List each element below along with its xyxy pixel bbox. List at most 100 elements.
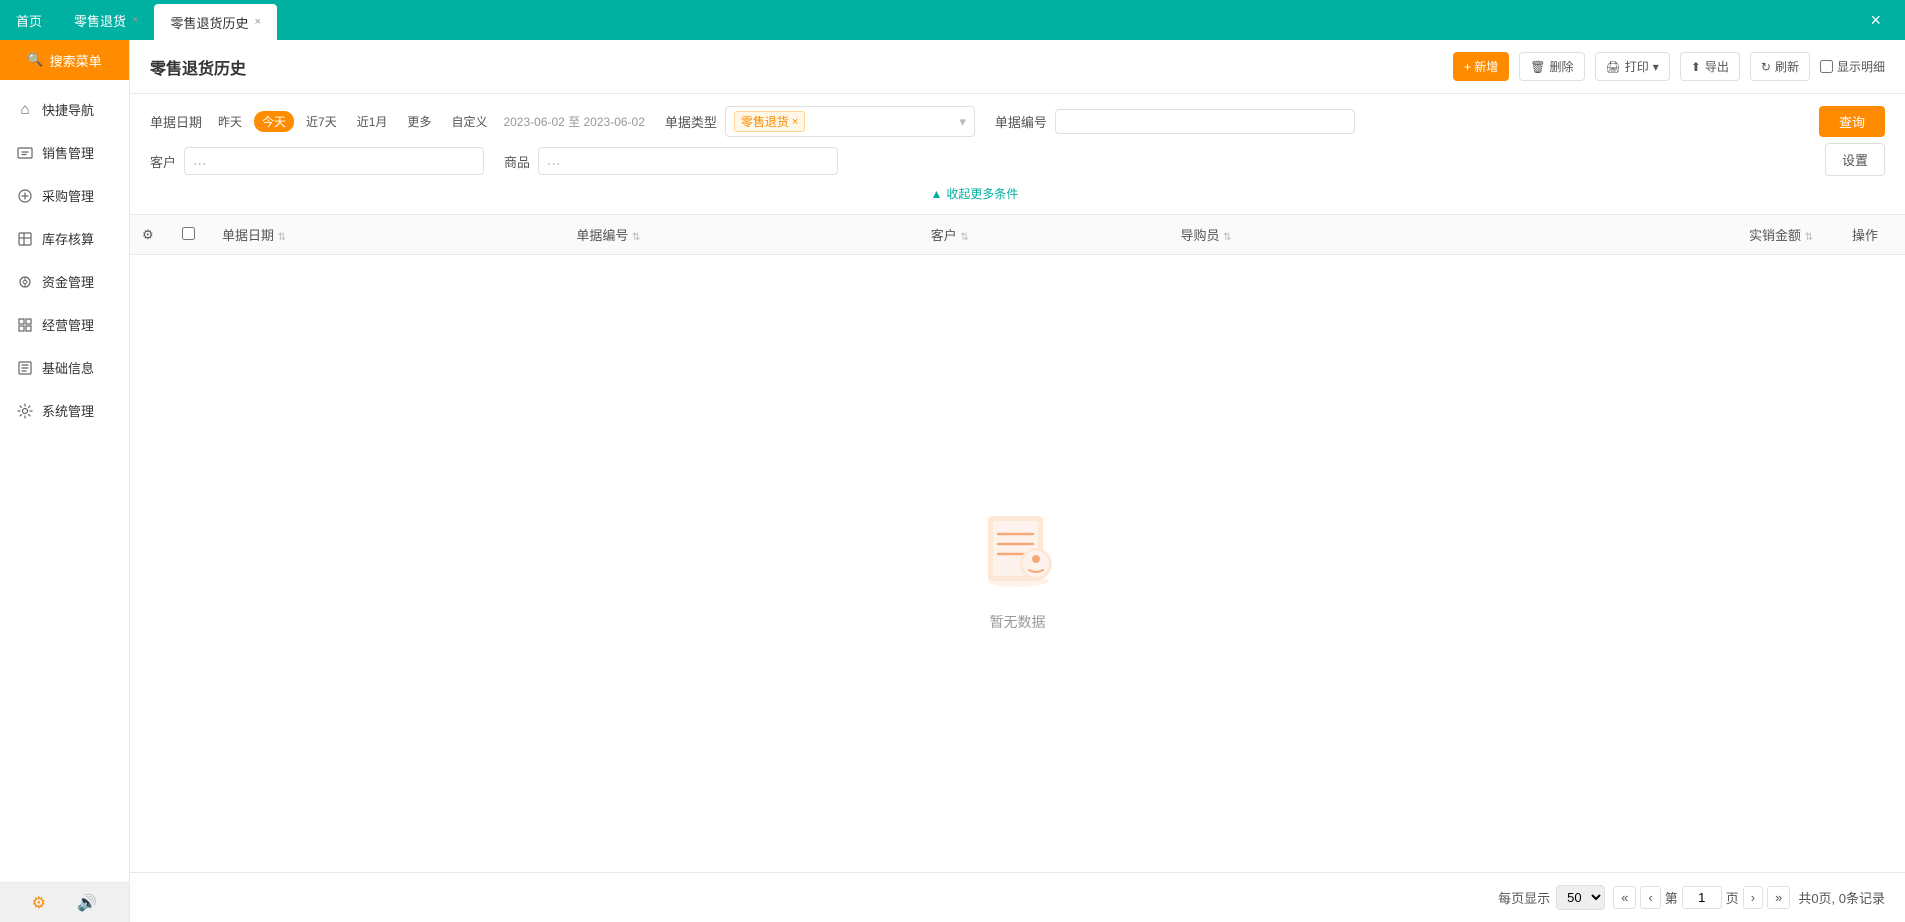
sidebar-bottom: ⚙ 🔊 [0, 882, 129, 922]
customer-dots: ... [193, 152, 206, 170]
export-button[interactable]: ⬆ 导出 [1680, 52, 1740, 81]
number-filter-label: 单据编号 [995, 112, 1047, 131]
sidebar-item-sales-mgmt-label: 销售管理 [42, 143, 94, 162]
delete-icon: 🗑 [1530, 60, 1545, 74]
col-number-sort-icon: ⇅ [632, 232, 640, 243]
customer-filter-label: 客户 [150, 152, 176, 171]
date-btn-last7[interactable]: 近7天 [298, 111, 345, 132]
col-guide-sort-icon: ⇅ [1223, 232, 1231, 243]
number-filter-input[interactable] [1055, 109, 1355, 134]
goods-dots: ... [547, 152, 560, 170]
page-nav: « ‹ 第 页 › » [1613, 886, 1790, 909]
main-layout: 🔍 搜索菜单 ⌂ 快捷导航 销售管理 [0, 40, 1905, 922]
sidebar-item-operations-mgmt-label: 经营管理 [42, 315, 94, 334]
page-prev-btn[interactable]: ‹ [1640, 886, 1660, 909]
query-button[interactable]: 查询 [1819, 106, 1885, 137]
table-area: ⚙ 单据日期 ⇅ 单据编号 ⇅ [130, 215, 1905, 872]
type-filter-select[interactable]: 零售退货 × ▾ [725, 106, 975, 137]
table-col-guide[interactable]: 导购员 ⇅ [1169, 215, 1471, 255]
table-settings-icon[interactable]: ⚙ [142, 227, 154, 242]
tab-retail-return-history[interactable]: 零售退货历史 × [154, 4, 276, 40]
collapse-icon: ▲ [931, 187, 943, 201]
filter-settings-button[interactable]: 设置 [1825, 143, 1885, 176]
tab-retail-return-history-label: 零售退货历史 [170, 13, 248, 32]
inventory-icon [16, 230, 34, 248]
refresh-button[interactable]: ↻ 刷新 [1750, 52, 1810, 81]
tab-home[interactable]: 首页 [0, 0, 58, 40]
page-first-btn[interactable]: « [1613, 886, 1636, 909]
page-header: 零售退货历史 + 新增 🗑 删除 🖨 打印 ▾ ⬆ 导出 ↻ [130, 40, 1905, 94]
home-icon: ⌂ [16, 101, 34, 119]
tab-retail-return-history-close[interactable]: × [254, 16, 260, 28]
sidebar-item-capital-mgmt[interactable]: 资金管理 [0, 260, 129, 303]
filter-number-item: 单据编号 [995, 109, 1355, 134]
sidebar-item-operations-mgmt[interactable]: 经营管理 [0, 303, 129, 346]
print-button[interactable]: 🖨 打印 ▾ [1595, 52, 1670, 81]
date-btn-custom[interactable]: 自定义 [443, 111, 495, 132]
sidebar-item-capital-mgmt-label: 资金管理 [42, 272, 94, 291]
sales-icon [16, 144, 34, 162]
search-icon: 🔍 [27, 52, 43, 68]
sidebar-item-purchase-mgmt[interactable]: 采购管理 [0, 174, 129, 217]
date-btn-today[interactable]: 今天 [254, 111, 294, 132]
customer-filter-select[interactable]: ... [184, 147, 484, 175]
show-detail-checkbox-label[interactable]: 显示明细 [1820, 58, 1885, 75]
table-settings-th[interactable]: ⚙ [130, 215, 170, 255]
window-close-icon[interactable]: × [1862, 6, 1889, 35]
page-actions: + 新增 🗑 删除 🖨 打印 ▾ ⬆ 导出 ↻ 刷新 [1453, 52, 1885, 81]
collapse-filters-btn[interactable]: ▲ 收起更多条件 [150, 185, 1799, 202]
tab-retail-return-label: 零售退货 [74, 11, 126, 30]
sidebar-item-sales-mgmt[interactable]: 销售管理 [0, 131, 129, 174]
print-icon: 🖨 [1606, 60, 1621, 74]
col-date-label: 单据日期 [222, 228, 274, 243]
basic-info-icon [16, 359, 34, 377]
show-detail-checkbox[interactable] [1820, 60, 1833, 73]
sidebar-item-quick-nav[interactable]: ⌂ 快捷导航 [0, 88, 129, 131]
sidebar-search[interactable]: 🔍 搜索菜单 [0, 40, 129, 80]
table-select-all-checkbox[interactable] [182, 227, 195, 240]
sidebar-item-basic-info-label: 基础信息 [42, 358, 94, 377]
page-last-btn[interactable]: » [1767, 886, 1790, 909]
date-btn-more[interactable]: 更多 [399, 111, 439, 132]
filter-area: 单据日期 昨天 今天 近7天 近1月 更多 自定义 2023-06-02 至 2… [130, 94, 1905, 215]
operations-icon [16, 316, 34, 334]
delete-button[interactable]: 🗑 删除 [1519, 52, 1584, 81]
sidebar-item-purchase-mgmt-label: 采购管理 [42, 186, 94, 205]
top-bar: 首页 零售退货 × 零售退货历史 × × [0, 0, 1905, 40]
table-col-number[interactable]: 单据编号 ⇅ [564, 215, 918, 255]
sidebar-item-inventory-calc[interactable]: 库存核算 [0, 217, 129, 260]
volume-icon[interactable]: 🔊 [77, 893, 97, 913]
table-col-customer[interactable]: 客户 ⇅ [919, 215, 1169, 255]
date-btn-last-month[interactable]: 近1月 [349, 111, 396, 132]
sidebar-item-system-mgmt[interactable]: 系统管理 [0, 389, 129, 432]
top-bar-right: × [1862, 6, 1905, 35]
date-btn-yesterday[interactable]: 昨天 [210, 111, 250, 132]
capital-icon [16, 273, 34, 291]
col-customer-sort-icon: ⇅ [960, 232, 968, 243]
table-header-row: ⚙ 单据日期 ⇅ 单据编号 ⇅ [130, 215, 1905, 255]
goods-filter-select[interactable]: ... [538, 147, 838, 175]
sidebar: 🔍 搜索菜单 ⌂ 快捷导航 销售管理 [0, 40, 130, 922]
col-actions-label: 操作 [1852, 228, 1878, 243]
col-guide-label: 导购员 [1181, 228, 1220, 243]
date-filter-label: 单据日期 [150, 112, 202, 131]
col-number-label: 单据编号 [576, 228, 628, 243]
type-filter-tag: 零售退货 × [734, 111, 805, 132]
table-checkbox-th[interactable] [170, 215, 210, 255]
new-button[interactable]: + 新增 [1453, 52, 1509, 81]
col-amount-sort-icon: ⇅ [1805, 232, 1813, 243]
per-page-select[interactable]: 50 [1556, 885, 1605, 910]
table-col-amount[interactable]: 实销金额 ⇅ [1471, 215, 1825, 255]
settings-gear-icon[interactable]: ⚙ [32, 893, 46, 913]
page-next-btn[interactable]: › [1743, 886, 1763, 909]
col-date-sort-icon: ⇅ [278, 232, 286, 243]
sidebar-item-basic-info[interactable]: 基础信息 [0, 346, 129, 389]
sidebar-search-label: 搜索菜单 [50, 51, 102, 70]
page-number-input[interactable] [1682, 886, 1722, 909]
tab-retail-return[interactable]: 零售退货 × [58, 0, 154, 40]
type-tag-close[interactable]: × [792, 116, 798, 128]
table-col-date[interactable]: 单据日期 ⇅ [210, 215, 564, 255]
tab-list: 首页 零售退货 × 零售退货历史 × [0, 0, 1862, 40]
col-amount-label: 实销金额 [1749, 228, 1801, 243]
tab-retail-return-close[interactable]: × [132, 14, 138, 26]
